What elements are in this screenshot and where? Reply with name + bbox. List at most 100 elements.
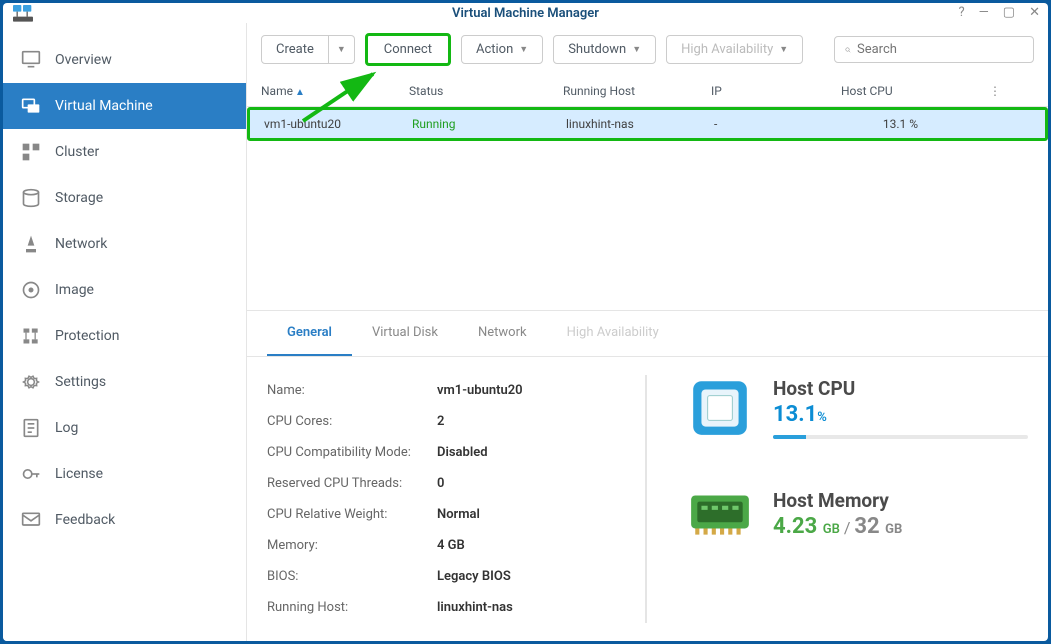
sidebar-item-label: Virtual Machine: [55, 98, 153, 114]
table-header: Name▲ Status Running Host IP Host CPU ⋮: [247, 76, 1048, 107]
app-icon: [13, 5, 33, 21]
sidebar-item-label: Settings: [55, 374, 106, 390]
toolbar: Create ▼ Connect Action ▼ Shutdown ▼ Hig…: [247, 23, 1048, 76]
sidebar-item-network[interactable]: Network: [3, 221, 246, 267]
detail-value: vm1-ubuntu20: [437, 383, 523, 398]
tab-virtual-disk[interactable]: Virtual Disk: [352, 311, 458, 356]
detail-properties: Name:vm1-ubuntu20 CPU Cores:2 CPU Compat…: [267, 375, 647, 623]
tab-network[interactable]: Network: [458, 311, 547, 356]
license-icon: [21, 464, 41, 484]
connect-button[interactable]: Connect: [365, 33, 451, 66]
overview-icon: [21, 50, 41, 70]
column-header-name[interactable]: Name▲: [247, 84, 395, 98]
sidebar-item-log[interactable]: Log: [3, 405, 246, 451]
network-icon: [21, 234, 41, 254]
sidebar-item-image[interactable]: Image: [3, 267, 246, 313]
row-name: vm1-ubuntu20: [250, 117, 398, 131]
metric-total: 32: [854, 514, 879, 539]
cluster-icon: [21, 142, 41, 162]
detail-label: Running Host:: [267, 600, 437, 615]
row-status: Running: [398, 117, 552, 131]
sidebar: Overview Virtual Machine Cluster Storage…: [3, 23, 247, 641]
create-button[interactable]: Create: [261, 35, 329, 64]
help-icon[interactable]: ?: [958, 5, 964, 20]
sidebar-item-label: Cluster: [55, 144, 99, 160]
detail-label: Reserved CPU Threads:: [267, 476, 437, 491]
sidebar-item-label: Network: [55, 236, 107, 252]
sidebar-item-label: Storage: [55, 190, 103, 206]
detail-label: BIOS:: [267, 569, 437, 584]
column-header-status[interactable]: Status: [395, 84, 549, 98]
minimize-icon[interactable]: —: [979, 5, 989, 20]
high-availability-button[interactable]: High Availability ▼: [666, 35, 803, 64]
metric-host-memory: Host Memory 4.23 GB / 32 GB: [687, 481, 1028, 547]
detail-label: Memory:: [267, 538, 437, 553]
memory-icon: [687, 481, 753, 547]
chevron-down-icon: ▼: [779, 44, 788, 55]
tab-general[interactable]: General: [267, 311, 352, 356]
create-dropdown-caret[interactable]: ▼: [329, 35, 355, 64]
detail-value: Normal: [437, 507, 480, 522]
metric-host-cpu: Host CPU 13.1%: [687, 375, 1028, 441]
sidebar-item-virtual-machine[interactable]: Virtual Machine: [3, 83, 246, 129]
detail-label: CPU Cores:: [267, 414, 437, 429]
detail-panel: General Virtual Disk Network High Availa…: [247, 310, 1048, 641]
cpu-icon: [687, 375, 753, 441]
sidebar-item-label: Image: [55, 282, 94, 298]
detail-value: 2: [437, 414, 444, 429]
sort-ascending-icon: ▲: [295, 87, 305, 98]
sidebar-item-cluster[interactable]: Cluster: [3, 129, 246, 175]
detail-label: Name:: [267, 383, 437, 398]
gear-icon: [21, 372, 41, 392]
chevron-down-icon: ▼: [337, 44, 346, 55]
search-input[interactable]: [857, 42, 1023, 57]
sidebar-item-settings[interactable]: Settings: [3, 359, 246, 405]
detail-value: 4 GB: [437, 538, 465, 553]
log-icon: [21, 418, 41, 438]
shutdown-button[interactable]: Shutdown ▼: [553, 35, 656, 64]
sidebar-item-storage[interactable]: Storage: [3, 175, 246, 221]
table-row[interactable]: vm1-ubuntu20 Running linuxhint-nas - 13.…: [247, 107, 1048, 141]
chevron-down-icon: ▼: [519, 44, 528, 55]
sidebar-item-label: Overview: [55, 52, 112, 68]
metric-unit: %: [817, 410, 827, 425]
search-input-wrapper[interactable]: [834, 36, 1034, 63]
detail-value: 0: [437, 476, 444, 491]
chevron-down-icon: ▼: [632, 44, 641, 55]
metric-used: 4.23: [773, 514, 817, 539]
sidebar-item-label: License: [55, 466, 103, 482]
sidebar-item-feedback[interactable]: Feedback: [3, 497, 246, 543]
detail-tabs: General Virtual Disk Network High Availa…: [247, 311, 1048, 357]
storage-icon: [21, 188, 41, 208]
metric-bar: [773, 435, 1028, 439]
metric-used-unit: GB: [823, 522, 840, 537]
detail-label: CPU Relative Weight:: [267, 507, 437, 522]
sidebar-item-license[interactable]: License: [3, 451, 246, 497]
maximize-icon[interactable]: ▢: [1003, 5, 1015, 20]
sidebar-item-protection[interactable]: Protection: [3, 313, 246, 359]
row-ip: -: [700, 117, 830, 131]
window-title: Virtual Machine Manager: [452, 6, 599, 21]
detail-label: CPU Compatibility Mode:: [267, 445, 437, 460]
detail-value: Legacy BIOS: [437, 569, 511, 584]
metric-total-unit: GB: [885, 522, 902, 537]
sidebar-item-label: Protection: [55, 328, 119, 344]
column-header-host[interactable]: Running Host: [549, 84, 697, 98]
column-menu-icon[interactable]: ⋮: [975, 84, 1003, 98]
action-button[interactable]: Action ▼: [461, 35, 543, 64]
detail-value: Disabled: [437, 445, 488, 460]
metric-title: Host CPU: [773, 377, 1028, 400]
protection-icon: [21, 326, 41, 346]
tab-high-availability[interactable]: High Availability: [547, 311, 679, 356]
vm-icon: [21, 96, 41, 116]
sidebar-item-label: Log: [55, 420, 78, 436]
metric-value: 13.1: [773, 402, 817, 427]
close-icon[interactable]: ✕: [1029, 5, 1040, 20]
column-header-cpu[interactable]: Host CPU: [827, 84, 975, 98]
title-bar: Virtual Machine Manager ? — ▢ ✕: [3, 3, 1048, 23]
column-header-ip[interactable]: IP: [697, 84, 827, 98]
detail-value: linuxhint-nas: [437, 600, 513, 615]
row-host: linuxhint-nas: [552, 117, 700, 131]
image-icon: [21, 280, 41, 300]
sidebar-item-overview[interactable]: Overview: [3, 37, 246, 83]
